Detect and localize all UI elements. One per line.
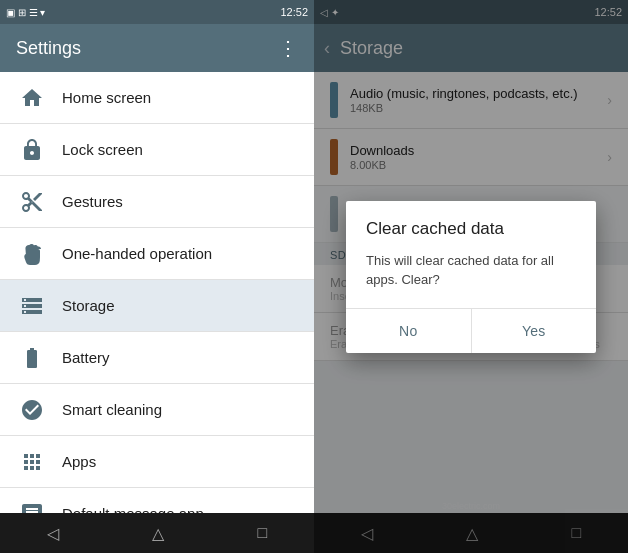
default-message-label: Default message app: [62, 505, 204, 513]
home-screen-label: Home screen: [62, 89, 151, 106]
settings-item-gestures[interactable]: Gestures: [0, 176, 314, 228]
dialog-buttons: No Yes: [346, 309, 596, 353]
gestures-label: Gestures: [62, 193, 123, 210]
clean-icon: [16, 394, 48, 426]
left-panel: ▣ ⊞ ☰ ▾ 12:52 Settings ⋮ Home screen Loc…: [0, 0, 314, 553]
message-icon: [16, 498, 48, 514]
dialog-yes-button[interactable]: Yes: [472, 309, 597, 353]
home-icon: [16, 82, 48, 114]
settings-item-home-screen[interactable]: Home screen: [0, 72, 314, 124]
storage-icon: [16, 290, 48, 322]
settings-item-default-message[interactable]: Default message app: [0, 488, 314, 513]
apps-label: Apps: [62, 453, 96, 470]
back-button-left[interactable]: ◁: [47, 524, 59, 543]
settings-item-storage[interactable]: Storage: [0, 280, 314, 332]
settings-list: Home screen Lock screen Gestures One-han…: [0, 72, 314, 513]
dialog-body: This will clear cached data for all apps…: [346, 247, 596, 308]
settings-item-apps[interactable]: Apps: [0, 436, 314, 488]
lock-screen-label: Lock screen: [62, 141, 143, 158]
storage-label: Storage: [62, 297, 115, 314]
hand-icon: [16, 238, 48, 270]
dialog-no-button[interactable]: No: [346, 309, 472, 353]
right-panel: ◁ ✦ 12:52 ‹ Storage Audio (music, ringto…: [314, 0, 628, 553]
one-handed-label: One-handed operation: [62, 245, 212, 262]
apps-icon: [16, 446, 48, 478]
recent-button-left[interactable]: □: [258, 524, 268, 542]
status-bar-left: ▣ ⊞ ☰ ▾ 12:52: [0, 0, 314, 24]
battery-icon: [16, 342, 48, 374]
clear-cached-dialog: Clear cached data This will clear cached…: [346, 201, 596, 353]
time-left: 12:52: [280, 6, 308, 18]
settings-title: Settings: [16, 38, 81, 59]
settings-item-battery[interactable]: Battery: [0, 332, 314, 384]
gesture-icon: [16, 186, 48, 218]
settings-item-lock-screen[interactable]: Lock screen: [0, 124, 314, 176]
dialog-overlay: Clear cached data This will clear cached…: [314, 0, 628, 553]
settings-item-smart-cleaning[interactable]: Smart cleaning: [0, 384, 314, 436]
status-icons-left: ▣ ⊞ ☰ ▾: [6, 7, 45, 18]
dialog-title: Clear cached data: [346, 201, 596, 247]
notification-icons: ▣ ⊞ ☰ ▾: [6, 7, 45, 18]
settings-item-one-handed[interactable]: One-handed operation: [0, 228, 314, 280]
toolbar-menu-button[interactable]: ⋮: [278, 36, 298, 60]
battery-label: Battery: [62, 349, 110, 366]
lock-icon: [16, 134, 48, 166]
nav-bar-left: ◁ △ □: [0, 513, 314, 553]
home-button-left[interactable]: △: [152, 524, 164, 543]
settings-toolbar: Settings ⋮: [0, 24, 314, 72]
smart-cleaning-label: Smart cleaning: [62, 401, 162, 418]
